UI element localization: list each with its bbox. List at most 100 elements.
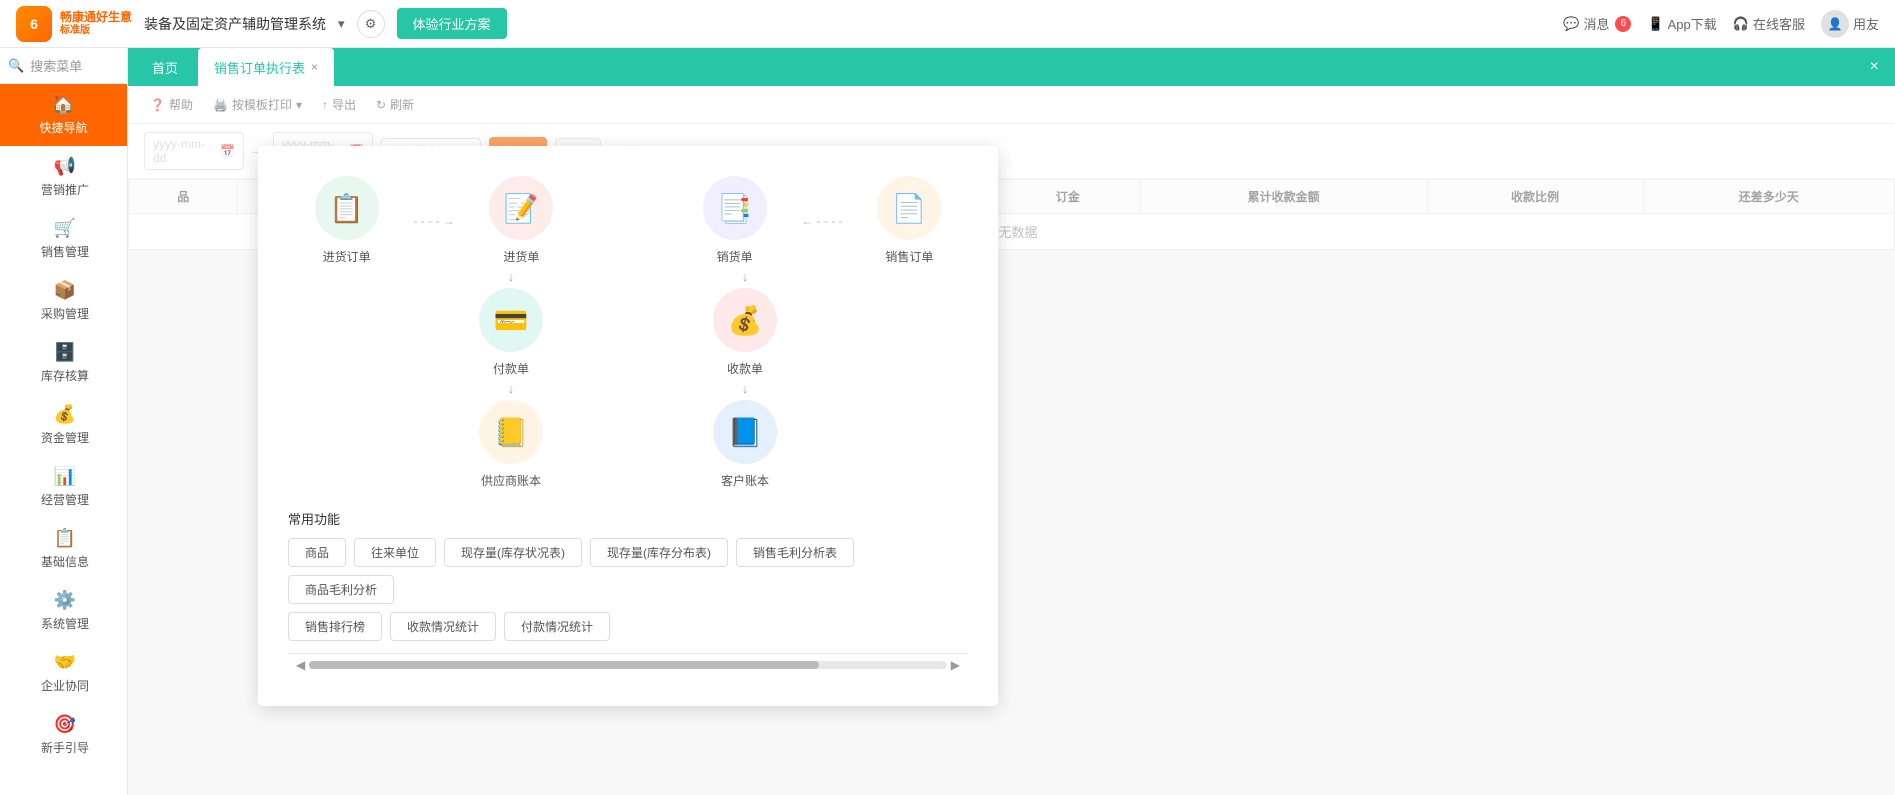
sidebar-item-cooperation[interactable]: 🤝 企业协同	[0, 642, 127, 704]
func-btn-receipt-stats[interactable]: 收款情况统计	[390, 612, 496, 641]
tab-panel-close[interactable]: ×	[1862, 58, 1887, 76]
sidebar-item-system[interactable]: ⚙️ 系统管理	[0, 580, 127, 642]
scroll-bar-area: ◀ ▶	[288, 653, 968, 676]
scroll-track[interactable]	[309, 661, 947, 669]
sales-icon: 🛒	[54, 218, 76, 239]
func-btn-product-margin[interactable]: 商品毛利分析	[288, 575, 394, 604]
flow-node-customer-ledger: 📘 客户账本	[676, 400, 814, 489]
settings-icon[interactable]: ⚙	[357, 10, 385, 38]
purchase-order-icon: 📋	[315, 176, 379, 240]
sales-order-icon: 📄	[877, 176, 941, 240]
sidebar: 🔍 搜索菜单 🏠 快捷导航 📢 营销推广 🛒 销售管理 📦 采购管理 🗄️	[0, 48, 128, 795]
flow-node-sales-order: 📄 销售订单	[851, 176, 968, 265]
scroll-right-icon[interactable]: ▶	[951, 658, 960, 672]
supplier-ledger-label: 供应商账本	[481, 472, 541, 489]
arrow-down-supplier: ↓	[442, 381, 580, 396]
sidebar-item-quick-nav[interactable]: 🏠 快捷导航	[0, 84, 127, 146]
operations-icon: 📊	[54, 466, 76, 487]
modal-overlay: 📋 进货订单 - - - - → 📝 进货单	[128, 86, 1895, 795]
arrow-sales-order-to-bill: ← - - - -	[801, 214, 842, 228]
purchase-bill-icon: 📝	[489, 176, 553, 240]
home-icon: 🏠	[52, 94, 74, 115]
main-content: ❓ 帮助 🖨️ 按模板打印 ▾ ↑ 导出 ↻ 刷新	[128, 86, 1895, 795]
func-btn-stock-status[interactable]: 现存量(库存状况表)	[444, 538, 582, 567]
headset-icon: 🎧	[1733, 16, 1749, 32]
func-btn-partners[interactable]: 往来单位	[354, 538, 436, 567]
sidebar-item-finance[interactable]: 💰 资金管理	[0, 394, 127, 456]
sidebar-item-sales[interactable]: 🛒 销售管理	[0, 208, 127, 270]
main-layout: 🔍 搜索菜单 🏠 快捷导航 📢 营销推广 🛒 销售管理 📦 采购管理 🗄️	[0, 48, 1895, 795]
func-btn-stock-dist[interactable]: 现存量(库存分布表)	[590, 538, 728, 567]
payment-label: 付款单	[493, 360, 529, 377]
modal-box: 📋 进货订单 - - - - → 📝 进货单	[258, 146, 998, 706]
chevron-down-icon: ▾	[338, 16, 345, 32]
purchase-order-label: 进货订单	[323, 248, 371, 265]
logo-text: 畅康通好生意 标准版	[60, 10, 132, 36]
func-btn-payment-stats[interactable]: 付款情况统计	[504, 612, 610, 641]
marketing-icon: 📢	[54, 156, 76, 177]
func-buttons: 商品 往来单位 现存量(库存状况表) 现存量(库存分布表) 销售毛利分析表 商品…	[288, 538, 968, 604]
flow-node-purchase-order: 📋 进货订单	[288, 176, 405, 265]
arrow-down-payment: ↓	[442, 269, 580, 284]
logo-area: 6 畅康通好生意 标准版	[16, 6, 132, 42]
search-menu-btn[interactable]: 🔍 搜索菜单	[0, 48, 127, 84]
cooperation-icon: 🤝	[54, 652, 76, 673]
arrow-down-customer: ↓	[676, 381, 814, 396]
flow-node-purchase-bill: 📝 进货单	[463, 176, 580, 265]
flow-node-payment: 💳 付款单	[442, 288, 580, 377]
purchase-icon: 📦	[54, 280, 76, 301]
guide-icon: 🎯	[54, 714, 76, 735]
common-functions: 常用功能 商品 往来单位 现存量(库存状况表) 现存量(库存分布表) 销售毛利分…	[288, 509, 968, 641]
sidebar-item-purchase[interactable]: 📦 采购管理	[0, 270, 127, 332]
arrow-down-receipt: ↓	[676, 269, 814, 284]
app-download-btn[interactable]: 📱 App下载	[1647, 14, 1716, 33]
scroll-thumb	[309, 661, 819, 669]
inventory-icon: 🗄️	[54, 342, 76, 363]
sidebar-item-marketing[interactable]: 📢 营销推广	[0, 146, 127, 208]
system-dropdown[interactable]: ▾	[338, 16, 345, 32]
top-bar-right: 💬 消息 6 📱 App下载 🎧 在线客服 👤 用友	[1563, 10, 1879, 38]
arrow-purchase-to-bill: - - - - →	[413, 214, 454, 228]
flow-node-receipt: 💰 收款单	[676, 288, 814, 377]
top-bar: 6 畅康通好生意 标准版 装备及固定资产辅助管理系统 ▾ ⚙ 体验行业方案 💬 …	[0, 0, 1895, 48]
purchase-bill-label: 进货单	[503, 248, 539, 265]
system-title: 装备及固定资产辅助管理系统	[144, 14, 326, 34]
payment-icon: 💳	[479, 288, 543, 352]
search-icon: 🔍	[8, 58, 24, 74]
experience-btn[interactable]: 体验行业方案	[397, 8, 507, 39]
sidebar-item-guide[interactable]: 🎯 新手引导	[0, 704, 127, 766]
sales-bill-icon: 📑	[703, 176, 767, 240]
finance-icon: 💰	[54, 404, 76, 425]
sales-order-label: 销售订单	[885, 248, 933, 265]
func-btn-sales-rank[interactable]: 销售排行榜	[288, 612, 382, 641]
func-buttons-row2: 销售排行榜 收款情况统计 付款情况统计	[288, 612, 968, 641]
sidebar-item-basic-info[interactable]: 📋 基础信息	[0, 518, 127, 580]
tab-close-icon[interactable]: ×	[311, 60, 318, 74]
func-btn-sales-margin[interactable]: 销售毛利分析表	[736, 538, 854, 567]
tab-bar: 首页 销售订单执行表 × ×	[128, 48, 1895, 86]
message-icon: 💬	[1563, 16, 1579, 32]
customer-ledger-icon: 📘	[713, 400, 777, 464]
content-area: 首页 销售订单执行表 × × ❓ 帮助 🖨️ 按模板打印	[128, 48, 1895, 795]
receipt-label: 收款单	[727, 360, 763, 377]
online-service-btn[interactable]: 🎧 在线客服	[1733, 14, 1805, 33]
flow-node-sales-bill: 📑 销货单	[676, 176, 793, 265]
flow-node-supplier-ledger: 📒 供应商账本	[442, 400, 580, 489]
logo-icon: 6	[16, 6, 52, 42]
sidebar-item-operations[interactable]: 📊 经营管理	[0, 456, 127, 518]
scroll-left-icon[interactable]: ◀	[296, 658, 305, 672]
app-layout: 6 畅康通好生意 标准版 装备及固定资产辅助管理系统 ▾ ⚙ 体验行业方案 💬 …	[0, 0, 1895, 795]
sidebar-item-inventory[interactable]: 🗄️ 库存核算	[0, 332, 127, 394]
receipt-icon: 💰	[713, 288, 777, 352]
message-badge: 6	[1615, 16, 1631, 32]
tab-sales-order[interactable]: 销售订单执行表 ×	[198, 48, 334, 86]
user-menu[interactable]: 👤 用友	[1821, 10, 1879, 38]
phone-icon: 📱	[1647, 16, 1663, 32]
system-icon: ⚙️	[54, 590, 76, 611]
message-btn[interactable]: 💬 消息 6	[1563, 14, 1631, 33]
tab-home[interactable]: 首页	[136, 48, 194, 86]
avatar: 👤	[1821, 10, 1849, 38]
sales-bill-label: 销货单	[717, 248, 753, 265]
basic-info-icon: 📋	[54, 528, 76, 549]
func-btn-product[interactable]: 商品	[288, 538, 346, 567]
